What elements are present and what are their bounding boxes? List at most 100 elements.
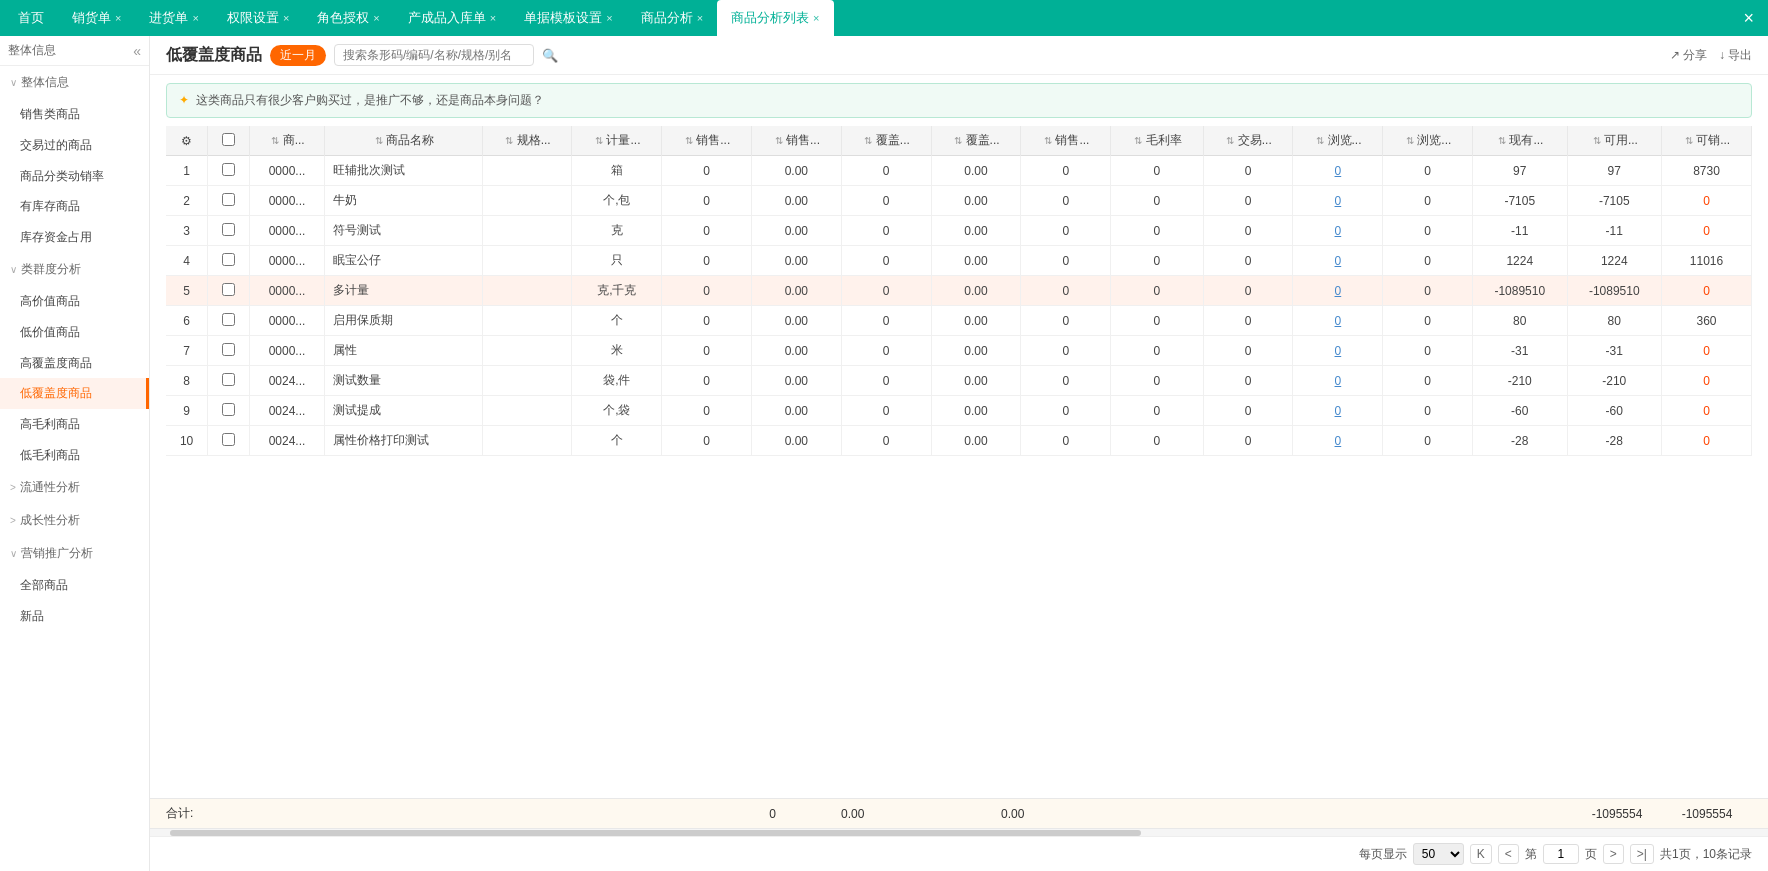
row-checkbox-input[interactable]: [222, 223, 235, 236]
column-header-transaction[interactable]: ⇅ 交易...: [1203, 126, 1293, 156]
select-all-checkbox[interactable]: [222, 133, 235, 146]
next-page-button[interactable]: >: [1603, 844, 1624, 864]
column-header-browse2[interactable]: ⇅ 浏览...: [1383, 126, 1473, 156]
browse-link[interactable]: 0: [1335, 344, 1342, 358]
sidebar-item-库存资金占用[interactable]: 库存资金占用: [0, 222, 149, 253]
row-checkbox-input[interactable]: [222, 403, 235, 416]
column-header-available_stock[interactable]: ⇅ 可用...: [1567, 126, 1662, 156]
column-header-coverage2[interactable]: ⇅ 覆盖...: [931, 126, 1021, 156]
nav-tab-角色授权[interactable]: 角色授权×: [303, 0, 393, 36]
prev-page-button[interactable]: <: [1498, 844, 1519, 864]
row-browse1[interactable]: 0: [1293, 366, 1383, 396]
column-header-gross_margin[interactable]: ⇅ 毛利率: [1111, 126, 1204, 156]
sidebar-item-高毛利商品[interactable]: 高毛利商品: [0, 409, 149, 440]
sidebar-item-高价值商品[interactable]: 高价值商品: [0, 286, 149, 317]
row-checkbox-input[interactable]: [222, 373, 235, 386]
table-container[interactable]: ⚙⇅ 商...⇅ 商品名称⇅ 规格...⇅ 计量...⇅ 销售...⇅ 销售..…: [166, 126, 1752, 798]
column-header-checkbox[interactable]: [208, 126, 250, 156]
column-header-unit[interactable]: ⇅ 计量...: [572, 126, 662, 156]
tab-close-icon[interactable]: ×: [490, 12, 496, 24]
row-browse1[interactable]: 0: [1293, 276, 1383, 306]
browse-link[interactable]: 0: [1335, 254, 1342, 268]
column-header-settings[interactable]: ⚙: [166, 126, 208, 156]
row-browse1[interactable]: 0: [1293, 216, 1383, 246]
nav-tab-销货单[interactable]: 销货单×: [58, 0, 135, 36]
column-header-saleable[interactable]: ⇅ 可销...: [1662, 126, 1752, 156]
sidebar-item-低覆盖度商品[interactable]: 低覆盖度商品: [0, 378, 149, 409]
row-checkbox[interactable]: [208, 186, 250, 216]
browse-link[interactable]: 0: [1335, 314, 1342, 328]
nav-tab-首页[interactable]: 首页: [4, 0, 58, 36]
row-checkbox[interactable]: [208, 276, 250, 306]
row-checkbox-input[interactable]: [222, 343, 235, 356]
row-browse1[interactable]: 0: [1293, 396, 1383, 426]
sidebar-item-交易过的商品[interactable]: 交易过的商品: [0, 130, 149, 161]
nav-tab-单据模板设置[interactable]: 单据模板设置×: [510, 0, 626, 36]
nav-tab-进货单[interactable]: 进货单×: [135, 0, 212, 36]
browse-link[interactable]: 0: [1335, 194, 1342, 208]
row-checkbox[interactable]: [208, 336, 250, 366]
sidebar-section-成长性分析[interactable]: > 成长性分析: [0, 504, 149, 537]
row-checkbox[interactable]: [208, 396, 250, 426]
column-header-name[interactable]: ⇅ 商品名称: [324, 126, 482, 156]
tab-close-icon[interactable]: ×: [115, 12, 121, 24]
row-checkbox-input[interactable]: [222, 433, 235, 446]
time-filter-button[interactable]: 近一月: [270, 45, 326, 66]
tab-close-icon[interactable]: ×: [813, 12, 819, 24]
tab-close-icon[interactable]: ×: [697, 12, 703, 24]
row-checkbox[interactable]: [208, 246, 250, 276]
sidebar-item-有库存商品[interactable]: 有库存商品: [0, 191, 149, 222]
column-header-current_stock[interactable]: ⇅ 现有...: [1473, 126, 1568, 156]
column-header-code[interactable]: ⇅ 商...: [250, 126, 325, 156]
row-browse1[interactable]: 0: [1293, 246, 1383, 276]
sidebar-item-低价值商品[interactable]: 低价值商品: [0, 317, 149, 348]
nav-tab-权限设置[interactable]: 权限设置×: [213, 0, 303, 36]
row-checkbox[interactable]: [208, 366, 250, 396]
sidebar-item-销售类商品[interactable]: 销售类商品: [0, 99, 149, 130]
tab-close-icon[interactable]: ×: [606, 12, 612, 24]
sidebar-item-新品[interactable]: 新品: [0, 601, 149, 632]
browse-link[interactable]: 0: [1335, 434, 1342, 448]
browse-link[interactable]: 0: [1335, 224, 1342, 238]
row-checkbox-input[interactable]: [222, 313, 235, 326]
row-browse1[interactable]: 0: [1293, 186, 1383, 216]
sidebar-item-商品分类动销率[interactable]: 商品分类动销率: [0, 161, 149, 192]
sidebar-section-类群度分析[interactable]: ∨ 类群度分析: [0, 253, 149, 286]
export-button[interactable]: ↓ 导出: [1719, 47, 1752, 64]
tab-close-icon[interactable]: ×: [192, 12, 198, 24]
browse-link[interactable]: 0: [1335, 374, 1342, 388]
sidebar-section-流通性分析[interactable]: > 流通性分析: [0, 471, 149, 504]
row-checkbox[interactable]: [208, 306, 250, 336]
sidebar-section-整体信息[interactable]: ∨ 整体信息: [0, 66, 149, 99]
page-size-select[interactable]: 2050100: [1413, 843, 1464, 865]
nav-tab-商品分析列表[interactable]: 商品分析列表×: [717, 0, 833, 36]
column-header-browse1[interactable]: ⇅ 浏览...: [1293, 126, 1383, 156]
browse-link[interactable]: 0: [1335, 284, 1342, 298]
first-page-button[interactable]: K: [1470, 844, 1492, 864]
search-icon[interactable]: 🔍: [542, 48, 558, 63]
nav-tab-商品分析[interactable]: 商品分析×: [627, 0, 717, 36]
search-input[interactable]: [334, 44, 534, 66]
row-checkbox-input[interactable]: [222, 163, 235, 176]
sidebar-item-全部商品[interactable]: 全部商品: [0, 570, 149, 601]
tab-close-icon[interactable]: ×: [283, 12, 289, 24]
page-input[interactable]: [1543, 844, 1579, 864]
row-checkbox[interactable]: [208, 426, 250, 456]
sidebar-item-高覆盖度商品[interactable]: 高覆盖度商品: [0, 348, 149, 379]
column-header-spec[interactable]: ⇅ 规格...: [482, 126, 572, 156]
browse-link[interactable]: 0: [1335, 404, 1342, 418]
sidebar-item-低毛利商品[interactable]: 低毛利商品: [0, 440, 149, 471]
column-header-sales_days[interactable]: ⇅ 销售...: [1021, 126, 1111, 156]
row-checkbox-input[interactable]: [222, 283, 235, 296]
tab-close-icon[interactable]: ×: [373, 12, 379, 24]
row-browse1[interactable]: 0: [1293, 426, 1383, 456]
row-checkbox-input[interactable]: [222, 253, 235, 266]
column-header-coverage1[interactable]: ⇅ 覆盖...: [841, 126, 931, 156]
row-browse1[interactable]: 0: [1293, 156, 1383, 186]
row-browse1[interactable]: 0: [1293, 306, 1383, 336]
sidebar-section-营销推广分析[interactable]: ∨ 营销推广分析: [0, 537, 149, 570]
row-browse1[interactable]: 0: [1293, 336, 1383, 366]
row-checkbox[interactable]: [208, 156, 250, 186]
row-checkbox[interactable]: [208, 216, 250, 246]
last-page-button[interactable]: >|: [1630, 844, 1654, 864]
